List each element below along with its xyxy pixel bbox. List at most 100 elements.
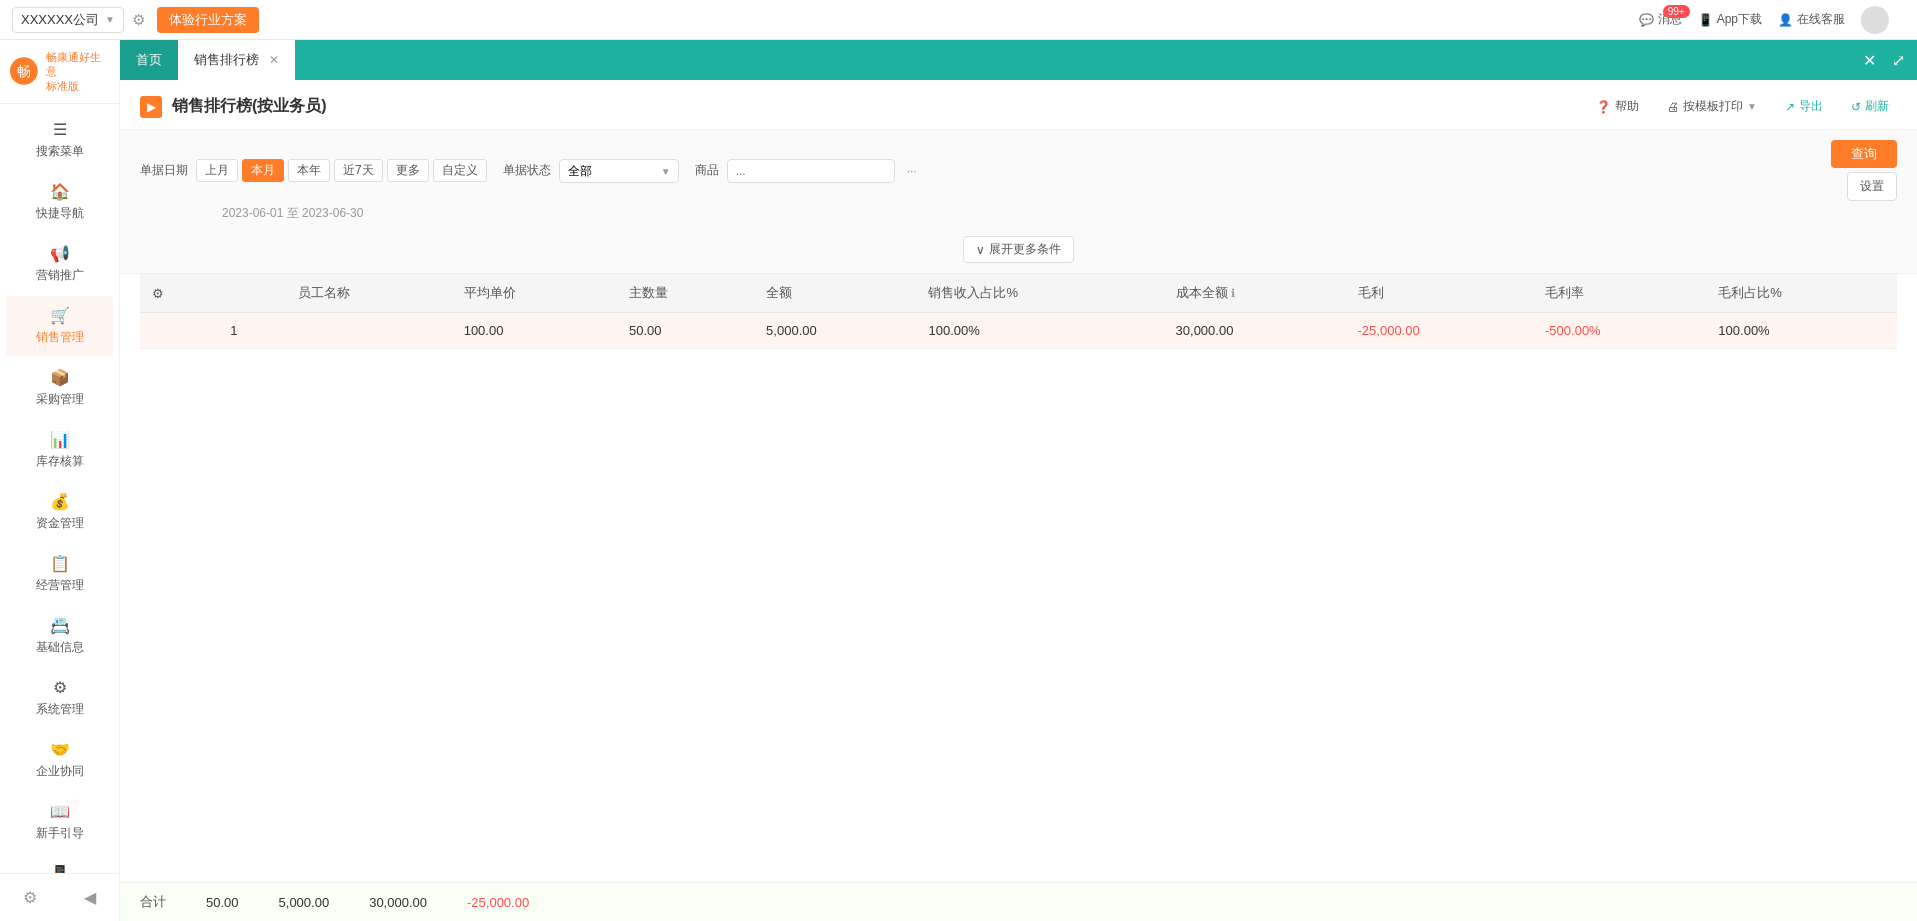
avatar[interactable] [1861,6,1889,34]
sidebar-label-quicknav: 快捷导航 [36,205,84,222]
status-select[interactable]: 全部 已审核 未审核 [559,159,679,183]
app-download-button[interactable]: 📱 App下载 [1698,11,1762,28]
date-btn-this-year[interactable]: 本年 [288,159,330,182]
sidebar-item-finance[interactable]: 💰 资金管理 [6,482,113,542]
collapse-arrow-button[interactable]: ▶ [140,96,162,118]
trial-button[interactable]: 体验行业方案 [157,7,259,33]
goods-input[interactable] [727,159,895,183]
apps-icon: 📱 [50,864,70,873]
table-header-row: ⚙ 员工名称 平均单价 主数量 全额 销售收入占比% 成本全额 ℹ 毛利 毛利率… [140,274,1897,313]
sidebar-item-apps[interactable]: 📱 应用中心 [6,854,113,873]
date-btn-this-month[interactable]: 本月 [242,159,284,182]
collapse-icon[interactable]: ◀ [78,882,102,913]
cell-rank: 1 [218,313,286,349]
app-download-label: App下载 [1717,11,1762,28]
sidebar-item-sales[interactable]: 🛒 销售管理 [6,296,113,356]
top-settings-icon[interactable]: ⚙ [132,11,145,29]
sidebar-item-marketing[interactable]: 📢 营销推广 [6,234,113,294]
col-amount: 全额 [754,274,916,313]
tab-home[interactable]: 首页 [120,40,178,80]
sidebar-item-basic-info[interactable]: 📇 基础信息 [6,606,113,666]
management-icon: 📋 [50,554,70,573]
template-print-chevron-icon: ▼ [1747,101,1757,112]
print-icon: 🖨 [1667,100,1679,114]
rankings-table: ⚙ 员工名称 平均单价 主数量 全额 销售收入占比% 成本全额 ℹ 毛利 毛利率… [140,274,1897,349]
cell-profit-pct: 100.00% [1706,313,1897,349]
tab-close-icon[interactable]: ✕ [269,53,279,67]
sidebar-item-system[interactable]: ⚙ 系统管理 [6,668,113,728]
sidebar-item-search[interactable]: ☰ 搜索菜单 [6,110,113,170]
date-btn-last-month[interactable]: 上月 [196,159,238,182]
sidebar-item-guide[interactable]: 📖 新手引导 [6,792,113,852]
sidebar: 畅 畅康通好生意 标准版 ☰ 搜索菜单 🏠 快捷导航 📢 营销推广 [0,40,120,921]
table-footer: 合计 50.00 5,000.00 30,000.00 -25,000.00 [120,882,1917,921]
sidebar-label-basic-info: 基础信息 [36,639,84,656]
app-icon: 📱 [1698,13,1713,27]
goods-more-icon[interactable]: ··· [907,164,917,178]
tab-close-window-icon[interactable]: ✕ [1859,47,1880,74]
col-profit-pct: 毛利占比% [1706,274,1897,313]
table-wrapper: ⚙ 员工名称 平均单价 主数量 全额 销售收入占比% 成本全额 ℹ 毛利 毛利率… [120,274,1917,882]
cell-name [286,313,451,349]
sidebar-item-quicknav[interactable]: 🏠 快捷导航 [6,172,113,232]
help-button[interactable]: ❓ 帮助 [1588,94,1647,119]
sidebar-item-purchase[interactable]: 📦 采购管理 [6,358,113,418]
col-rank [218,274,286,313]
sidebar-item-management[interactable]: 📋 经营管理 [6,544,113,604]
refresh-icon: ↺ [1851,100,1861,114]
col-qty: 主数量 [617,274,754,313]
bottom-settings-icon[interactable]: ⚙ [17,882,43,913]
cell-qty: 50.00 [617,313,754,349]
search-menu-icon: ☰ [53,120,67,139]
status-select-wrapper: 全部 已审核 未审核 [559,159,679,183]
tab-sales-ranking[interactable]: 销售排行榜 ✕ [178,40,295,80]
home-icon: 🏠 [50,182,70,201]
tab-right-actions: ✕ ⤢ [1859,40,1917,80]
sidebar-item-cooperation[interactable]: 🤝 企业协同 [6,730,113,790]
date-label: 单据日期 [140,162,188,179]
company-selector[interactable]: XXXXXX公司 ▼ [12,7,124,33]
date-btn-more[interactable]: 更多 [387,159,429,182]
top-bar: XXXXXX公司 ▼ ⚙ 体验行业方案 💬 消息 99+ 📱 App下载 👤 在… [0,0,1917,40]
inventory-icon: 📊 [50,430,70,449]
purchase-icon: 📦 [50,368,70,387]
tab-expand-icon[interactable]: ⤢ [1888,47,1909,74]
export-button[interactable]: ↗ 导出 [1777,94,1831,119]
basic-info-icon: 📇 [50,616,70,635]
cell-cost-amount: 30,000.00 [1164,313,1346,349]
content-area: 首页 销售排行榜 ✕ ✕ ⤢ ▶ 销售排行榜(按业务员) ❓ [120,40,1917,921]
company-chevron-icon: ▼ [105,14,115,25]
sidebar-item-inventory[interactable]: 📊 库存核算 [6,420,113,480]
cell-amount: 5,000.00 [754,313,916,349]
sales-icon: 🛒 [50,306,70,325]
online-service-button[interactable]: 👤 在线客服 [1778,11,1845,28]
date-range-buttons: 上月 本月 本年 近7天 更多 自定义 [196,159,487,182]
help-icon: ❓ [1596,100,1611,114]
goods-filter: 商品 ··· [695,159,917,183]
tab-bar: 首页 销售排行榜 ✕ ✕ ⤢ [120,40,1917,80]
system-icon: ⚙ [53,678,67,697]
finance-icon: 💰 [50,492,70,511]
expand-chevron-icon: ∨ [976,243,985,257]
logo-text: 畅康通好生意 标准版 [46,50,111,93]
page-header: ▶ 销售排行榜(按业务员) ❓ 帮助 🖨 按模板打印 ▼ ↗ 导 [120,80,1917,130]
message-button[interactable]: 💬 消息 99+ [1639,11,1682,28]
expand-more-button[interactable]: ∨ 展开更多条件 [963,236,1074,263]
status-label: 单据状态 [503,162,551,179]
sidebar-label-guide: 新手引导 [36,825,84,842]
col-settings[interactable]: ⚙ [140,274,218,313]
table-row: 1 100.00 50.00 5,000.00 100.00% 30,000.0… [140,313,1897,349]
settings-button[interactable]: 设置 [1847,172,1897,201]
sidebar-label-search: 搜索菜单 [36,143,84,160]
page-title: 销售排行榜(按业务员) [172,96,327,117]
service-icon: 👤 [1778,13,1793,27]
online-service-label: 在线客服 [1797,11,1845,28]
col-avg-price: 平均单价 [452,274,617,313]
refresh-button[interactable]: ↺ 刷新 [1843,94,1897,119]
tab-home-label: 首页 [136,51,162,69]
template-print-button[interactable]: 🖨 按模板打印 ▼ [1659,94,1765,119]
date-btn-custom[interactable]: 自定义 [433,159,487,182]
query-button[interactable]: 查询 [1831,140,1897,168]
marketing-icon: 📢 [50,244,70,263]
date-btn-7days[interactable]: 近7天 [334,159,383,182]
